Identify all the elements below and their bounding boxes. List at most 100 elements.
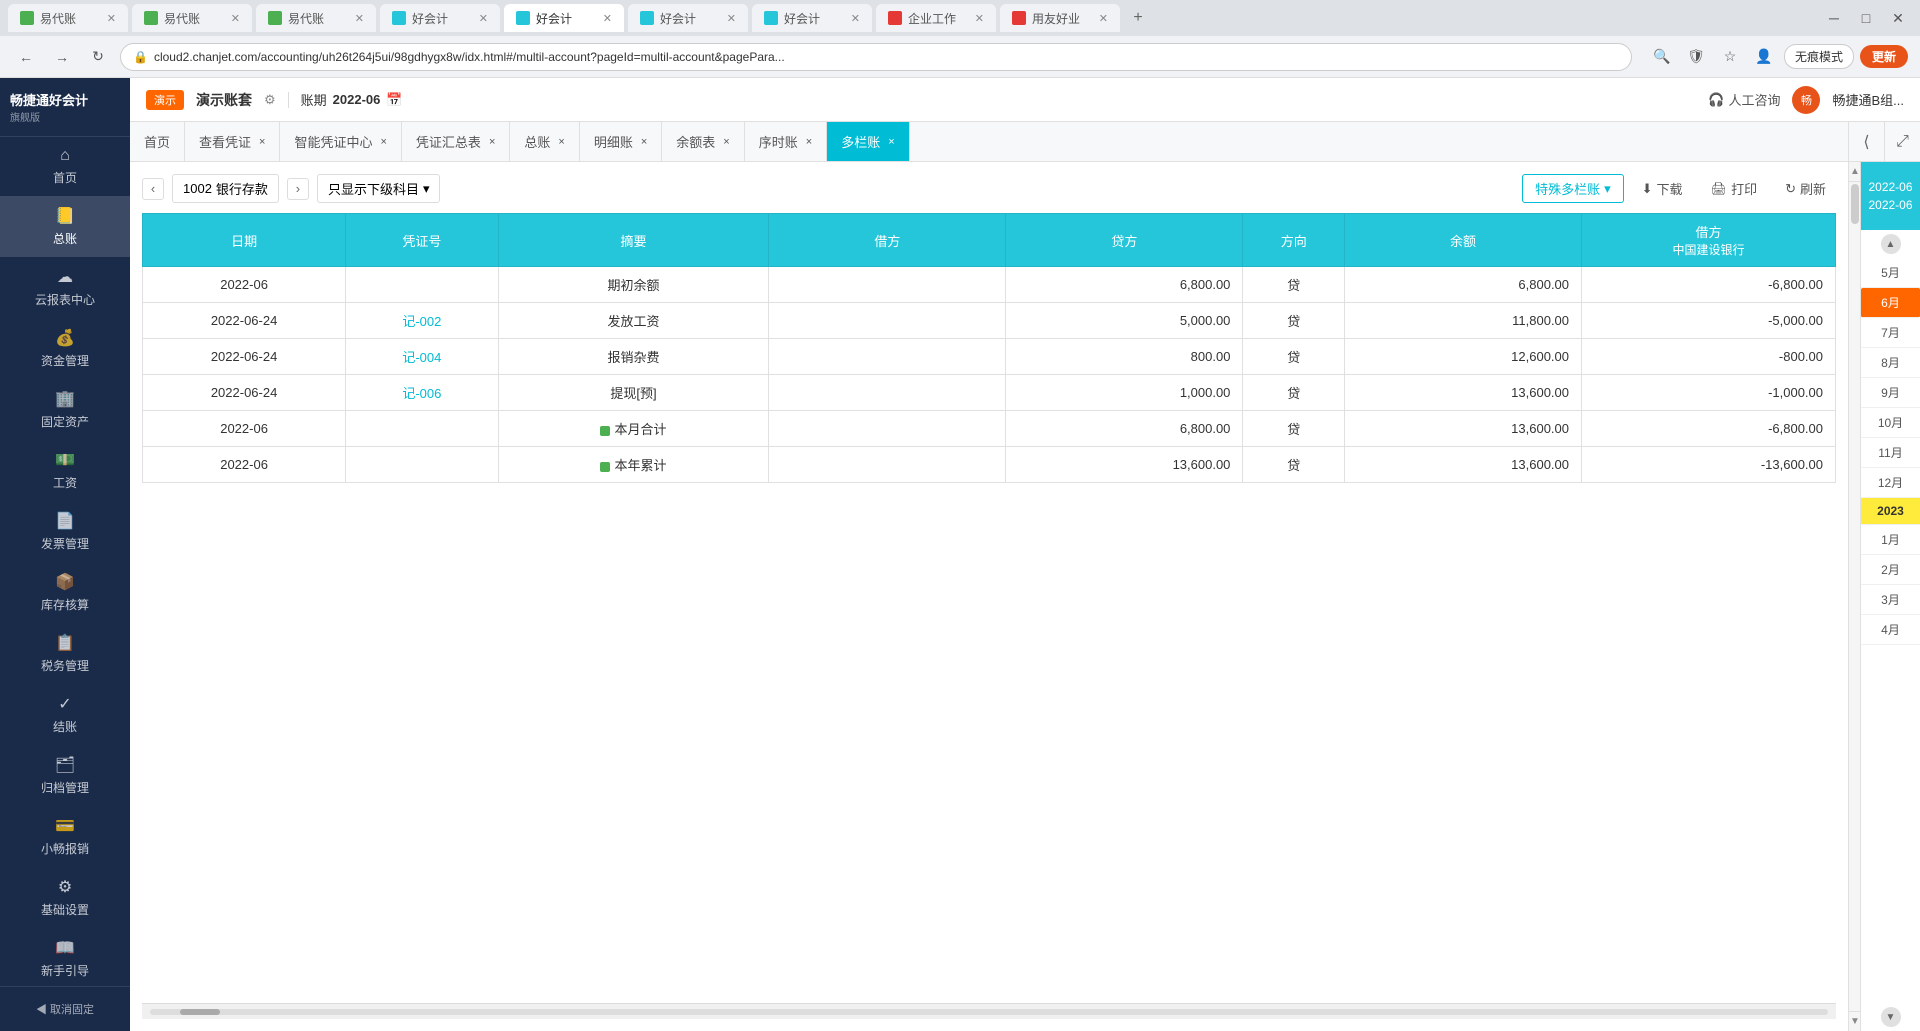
voucher-link[interactable]: 记-002 <box>402 314 441 329</box>
sidebar-item-tax[interactable]: 📋 税务管理 <box>0 623 130 684</box>
account-selector[interactable]: 1002 银行存款 <box>172 174 279 203</box>
tab-close-2[interactable]: ✕ <box>231 12 240 25</box>
expand-tab-button[interactable]: ⤢ <box>1884 122 1920 162</box>
consultant-button[interactable]: 🎧 人工咨询 <box>1708 90 1780 109</box>
tab-chronological[interactable]: 序时账 × <box>745 122 827 162</box>
sidebar-item-settings[interactable]: ⚙ 基础设置 <box>0 867 130 928</box>
sidebar-item-assets[interactable]: 🏢 固定资产 <box>0 379 130 440</box>
incognito-button[interactable]: 无痕模式 <box>1784 44 1854 69</box>
sidebar-item-guide[interactable]: 📖 新手引导 <box>0 928 130 986</box>
scroll-thumb[interactable] <box>1851 184 1859 224</box>
forward-button[interactable]: → <box>48 43 76 71</box>
tab-multi-column[interactable]: 多栏账 × <box>827 122 909 162</box>
sidebar-item-fund[interactable]: 💰 资金管理 <box>0 318 130 379</box>
tab-view-voucher[interactable]: 查看凭证 × <box>185 122 280 162</box>
new-tab-button[interactable]: + <box>1124 4 1152 32</box>
tab-close-4[interactable]: ✕ <box>479 12 488 25</box>
date-item-2023-1[interactable]: 1月 <box>1861 525 1920 555</box>
tab-home[interactable]: 首页 <box>130 122 185 162</box>
tab-close-multi-column[interactable]: × <box>888 136 894 148</box>
date-item-2023-2[interactable]: 2月 <box>1861 555 1920 585</box>
sidebar-item-close-period[interactable]: ✓ 结账 <box>0 684 130 745</box>
download-button[interactable]: ⬇ 下载 <box>1632 175 1693 202</box>
tab-close-smart-voucher[interactable]: × <box>380 136 386 148</box>
refresh-ledger-button[interactable]: ↻ 刷新 <box>1775 175 1836 202</box>
calendar-icon[interactable]: 📅 <box>386 92 402 108</box>
collapse-tab-button[interactable]: ⟨ <box>1848 122 1884 162</box>
browser-tab-7[interactable]: 好会计 ✕ <box>752 4 872 32</box>
tab-close-3[interactable]: ✕ <box>355 12 364 25</box>
date-item-10[interactable]: 10月 <box>1861 408 1920 438</box>
date-item-11[interactable]: 11月 <box>1861 438 1920 468</box>
date-item-2023-4[interactable]: 4月 <box>1861 615 1920 645</box>
date-item-9[interactable]: 9月 <box>1861 378 1920 408</box>
date-scroll-up-btn[interactable]: ▲ <box>1881 234 1901 254</box>
date-item-12[interactable]: 12月 <box>1861 468 1920 498</box>
browser-tab-1[interactable]: 易代账 ✕ <box>8 4 128 32</box>
settings-gear-icon[interactable]: ⚙ <box>264 92 276 108</box>
print-button[interactable]: 🖨 打印 <box>1701 175 1768 202</box>
url-input[interactable]: 🔒 cloud2.chanjet.com/accounting/uh26t264… <box>120 43 1632 71</box>
date-item-8[interactable]: 8月 <box>1861 348 1920 378</box>
voucher-link[interactable]: 记-004 <box>402 350 441 365</box>
special-multi-column-button[interactable]: 特殊多栏账 ▾ <box>1522 174 1624 203</box>
filter-dropdown[interactable]: 只显示下级科目 ▾ <box>317 174 441 203</box>
update-button[interactable]: 更新 <box>1860 45 1908 68</box>
sidebar-item-ledger[interactable]: 📒 总账 <box>0 196 130 257</box>
horizontal-scrollbar[interactable] <box>142 1003 1836 1019</box>
search-browser-button[interactable]: 🔍 <box>1648 43 1676 71</box>
sidebar-item-expense[interactable]: 💳 小畅报销 <box>0 806 130 867</box>
browser-tab-6[interactable]: 好会计 ✕ <box>628 4 748 32</box>
browser-tab-3[interactable]: 易代账 ✕ <box>256 4 376 32</box>
tab-close-detail[interactable]: × <box>641 136 647 148</box>
sidebar-item-invoice[interactable]: 📄 发票管理 <box>0 501 130 562</box>
back-button[interactable]: ← <box>12 43 40 71</box>
tab-close-5[interactable]: ✕ <box>603 12 612 25</box>
date-scroll-down-btn[interactable]: ▼ <box>1881 1007 1901 1027</box>
tab-close-voucher-summary[interactable]: × <box>489 136 495 148</box>
tab-voucher-summary[interactable]: 凭证汇总表 × <box>402 122 510 162</box>
tab-detail-ledger[interactable]: 明细账 × <box>580 122 662 162</box>
date-item-7[interactable]: 7月 <box>1861 318 1920 348</box>
sidebar-item-inventory[interactable]: 📦 库存核算 <box>0 562 130 623</box>
sidebar-item-home[interactable]: ⌂ 首页 <box>0 137 130 196</box>
tab-general-ledger[interactable]: 总账 × <box>510 122 579 162</box>
vertical-scrollbar[interactable]: ▲ ▼ <box>1848 162 1860 1031</box>
tab-close-1[interactable]: ✕ <box>107 12 116 25</box>
prev-account-button[interactable]: ‹ <box>142 178 164 200</box>
tab-close-view-voucher[interactable]: × <box>259 136 265 148</box>
profile-button[interactable]: 👤 <box>1750 43 1778 71</box>
browser-tab-8[interactable]: 企业工作 ✕ <box>876 4 996 32</box>
tab-balance[interactable]: 余额表 × <box>662 122 744 162</box>
voucher-link[interactable]: 记-006 <box>402 386 441 401</box>
star-button[interactable]: ☆ <box>1716 43 1744 71</box>
tab-close-general-ledger[interactable]: × <box>558 136 564 148</box>
maximize-button[interactable]: □ <box>1852 8 1880 28</box>
browser-tab-5[interactable]: 好会计 ✕ <box>504 4 624 32</box>
tab-smart-voucher[interactable]: 智能凭证中心 × <box>280 122 401 162</box>
h-scroll-thumb[interactable] <box>180 1009 220 1015</box>
sidebar-item-archive[interactable]: 🗂 归档管理 <box>0 745 130 806</box>
cell-credit: 6,800.00 <box>1006 411 1243 447</box>
next-account-button[interactable]: › <box>287 178 309 200</box>
shield-icon[interactable]: 🛡 <box>1682 43 1710 71</box>
browser-tab-9[interactable]: 用友好业 ✕ <box>1000 4 1120 32</box>
unpin-button[interactable]: ◀ 取消固定 <box>6 995 124 1023</box>
tab-close-8[interactable]: ✕ <box>975 12 984 25</box>
minimize-button[interactable]: ─ <box>1820 8 1848 28</box>
tab-close-7[interactable]: ✕ <box>851 12 860 25</box>
h-scroll-track[interactable] <box>150 1009 1828 1015</box>
tab-close-balance[interactable]: × <box>723 136 729 148</box>
refresh-browser-button[interactable]: ↻ <box>84 43 112 71</box>
sidebar-item-payroll[interactable]: 💵 工资 <box>0 440 130 501</box>
date-item-6[interactable]: 6月 <box>1861 288 1920 318</box>
date-item-5[interactable]: 5月 <box>1861 258 1920 288</box>
browser-tab-2[interactable]: 易代账 ✕ <box>132 4 252 32</box>
tab-close-9[interactable]: ✕ <box>1099 12 1108 25</box>
tab-close-chronological[interactable]: × <box>806 136 812 148</box>
close-button[interactable]: ✕ <box>1884 8 1912 28</box>
sidebar-item-cloud-report[interactable]: ☁ 云报表中心 <box>0 257 130 318</box>
tab-close-6[interactable]: ✕ <box>727 12 736 25</box>
date-item-2023-3[interactable]: 3月 <box>1861 585 1920 615</box>
browser-tab-4[interactable]: 好会计 ✕ <box>380 4 500 32</box>
